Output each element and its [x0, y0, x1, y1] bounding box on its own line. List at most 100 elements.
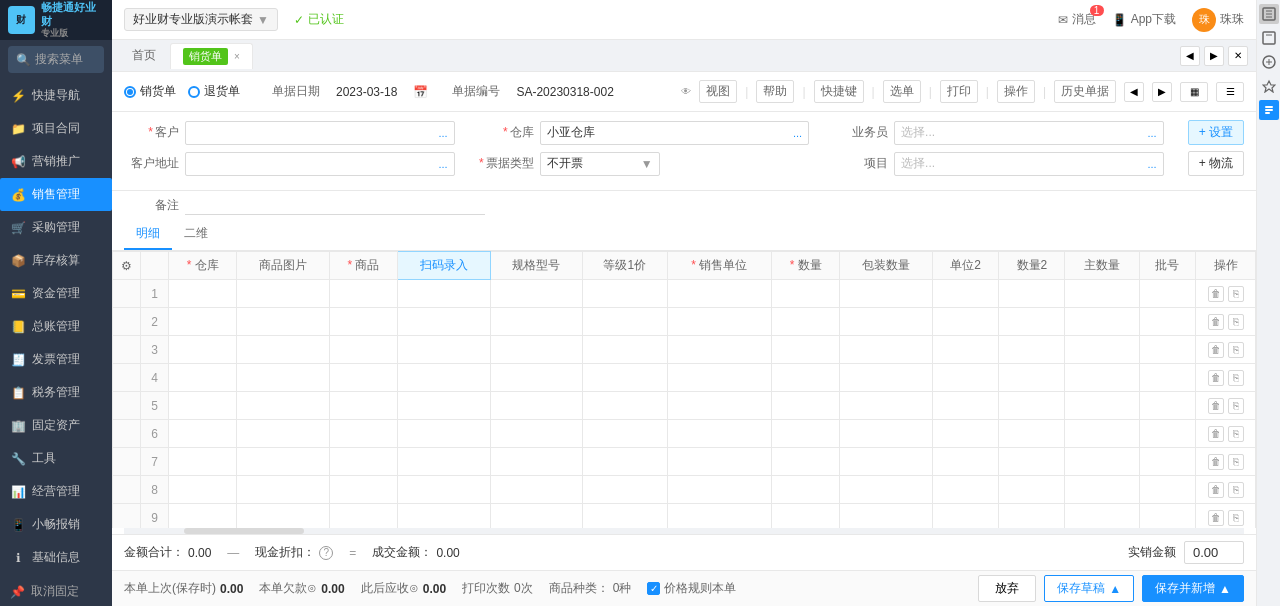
row-product[interactable]	[329, 420, 397, 448]
row-main-qty[interactable]	[1065, 476, 1139, 504]
th-main-qty[interactable]: 主数量	[1065, 252, 1139, 280]
row-qty2[interactable]	[999, 280, 1065, 308]
panel-icon-5[interactable]	[1259, 100, 1279, 120]
row-pack-qty[interactable]	[840, 420, 933, 448]
delete-row-icon[interactable]: 🗑	[1208, 426, 1224, 442]
row-quantity[interactable]	[772, 364, 840, 392]
delete-row-icon[interactable]: 🗑	[1208, 398, 1224, 414]
row-pack-qty[interactable]	[840, 308, 933, 336]
row-scan-input[interactable]	[398, 504, 491, 529]
row-grade1-price[interactable]	[583, 448, 667, 476]
salesman-input[interactable]: 选择... ...	[894, 121, 1164, 145]
row-grade1-price[interactable]	[583, 392, 667, 420]
row-quantity[interactable]	[772, 476, 840, 504]
tab-list[interactable]: 明细	[124, 219, 172, 250]
view-button[interactable]: 视图	[699, 80, 737, 103]
th-batch[interactable]: 批号	[1139, 252, 1195, 280]
row-scan-input[interactable]	[398, 364, 491, 392]
delete-row-icon[interactable]: 🗑	[1208, 482, 1224, 498]
row-warehouse[interactable]	[169, 308, 237, 336]
row-batch[interactable]	[1139, 392, 1195, 420]
sidebar-item-sales[interactable]: 💰 销售管理	[0, 178, 112, 211]
panel-icon-3[interactable]	[1259, 52, 1279, 72]
help-button[interactable]: 帮助	[756, 80, 794, 103]
row-product[interactable]	[329, 308, 397, 336]
row-sale-unit[interactable]	[667, 308, 772, 336]
row-grade1-price[interactable]	[583, 476, 667, 504]
row-unit2[interactable]	[932, 392, 998, 420]
row-main-qty[interactable]	[1065, 364, 1139, 392]
row-qty2[interactable]	[999, 448, 1065, 476]
row-spec-model[interactable]	[490, 280, 583, 308]
salesman-dots[interactable]: ...	[1147, 127, 1156, 139]
copy-row-icon[interactable]: ⎘	[1228, 426, 1244, 442]
row-quantity[interactable]	[772, 392, 840, 420]
search-menu-button[interactable]: 🔍 搜索菜单	[8, 46, 104, 73]
row-product-img[interactable]	[237, 476, 330, 504]
panel-icon-2[interactable]	[1259, 28, 1279, 48]
warehouse-input[interactable]: 小亚仓库 ...	[540, 121, 810, 145]
row-qty2[interactable]	[999, 336, 1065, 364]
th-spec-model[interactable]: 规格型号	[490, 252, 583, 280]
price-check-checkbox[interactable]: ✓	[647, 582, 660, 595]
th-settings[interactable]: ⚙	[113, 252, 141, 280]
tab-home[interactable]: 首页	[120, 43, 168, 68]
invoice-select[interactable]: 不开票 ▼	[540, 152, 660, 176]
sidebar-item-report[interactable]: 📱 小畅报销	[0, 508, 112, 541]
row-batch[interactable]	[1139, 476, 1195, 504]
copy-row-icon[interactable]: ⎘	[1228, 286, 1244, 302]
row-spec-model[interactable]	[490, 336, 583, 364]
th-warehouse[interactable]: 仓库	[169, 252, 237, 280]
row-sale-unit[interactable]	[667, 448, 772, 476]
row-warehouse[interactable]	[169, 504, 237, 529]
row-pack-qty[interactable]	[840, 280, 933, 308]
delete-row-icon[interactable]: 🗑	[1208, 454, 1224, 470]
message-button[interactable]: ✉ 消息 1	[1058, 11, 1096, 28]
row-batch[interactable]	[1139, 280, 1195, 308]
th-pack-qty[interactable]: 包装数量	[840, 252, 933, 280]
discard-button[interactable]: 放弃	[978, 575, 1036, 602]
row-quantity[interactable]	[772, 420, 840, 448]
sidebar-item-marketing[interactable]: 📢 营销推广	[0, 145, 112, 178]
row-pack-qty[interactable]	[840, 336, 933, 364]
row-product[interactable]	[329, 364, 397, 392]
row-batch[interactable]	[1139, 420, 1195, 448]
row-warehouse[interactable]	[169, 392, 237, 420]
copy-row-icon[interactable]: ⎘	[1228, 398, 1244, 414]
row-quantity[interactable]	[772, 504, 840, 529]
sidebar-item-capital[interactable]: 💳 资金管理	[0, 277, 112, 310]
row-scan-input[interactable]	[398, 336, 491, 364]
delete-row-icon[interactable]: 🗑	[1208, 286, 1224, 302]
row-warehouse[interactable]	[169, 336, 237, 364]
row-warehouse[interactable]	[169, 280, 237, 308]
row-main-qty[interactable]	[1065, 448, 1139, 476]
row-product[interactable]	[329, 504, 397, 529]
row-spec-model[interactable]	[490, 364, 583, 392]
panel-icon-1[interactable]	[1259, 4, 1279, 24]
th-product-img[interactable]: 商品图片	[237, 252, 330, 280]
row-unit2[interactable]	[932, 364, 998, 392]
row-grade1-price[interactable]	[583, 336, 667, 364]
sidebar-item-inventory[interactable]: 📦 库存核算	[0, 244, 112, 277]
row-product-img[interactable]	[237, 448, 330, 476]
delete-row-icon[interactable]: 🗑	[1208, 314, 1224, 330]
row-batch[interactable]	[1139, 336, 1195, 364]
sidebar-item-basic[interactable]: ℹ 基础信息	[0, 541, 112, 574]
tab-close-all-button[interactable]: ✕	[1228, 46, 1248, 66]
copy-row-icon[interactable]: ⎘	[1228, 454, 1244, 470]
row-product[interactable]	[329, 476, 397, 504]
row-spec-model[interactable]	[490, 392, 583, 420]
address-dots[interactable]: ...	[438, 158, 447, 170]
tab-prev-button[interactable]: ◀	[1180, 46, 1200, 66]
row-sale-unit[interactable]	[667, 420, 772, 448]
save-draft-arrow[interactable]: ▲	[1109, 582, 1121, 596]
sidebar-item-quick-nav[interactable]: ⚡ 快捷导航	[0, 79, 112, 112]
row-grade1-price[interactable]	[583, 420, 667, 448]
row-qty2[interactable]	[999, 476, 1065, 504]
price-check-item[interactable]: ✓ 价格规则本单	[647, 580, 736, 597]
row-qty2[interactable]	[999, 392, 1065, 420]
row-batch[interactable]	[1139, 448, 1195, 476]
sidebar-item-invoice[interactable]: 🧾 发票管理	[0, 343, 112, 376]
row-scan-input[interactable]	[398, 392, 491, 420]
row-batch[interactable]	[1139, 504, 1195, 529]
